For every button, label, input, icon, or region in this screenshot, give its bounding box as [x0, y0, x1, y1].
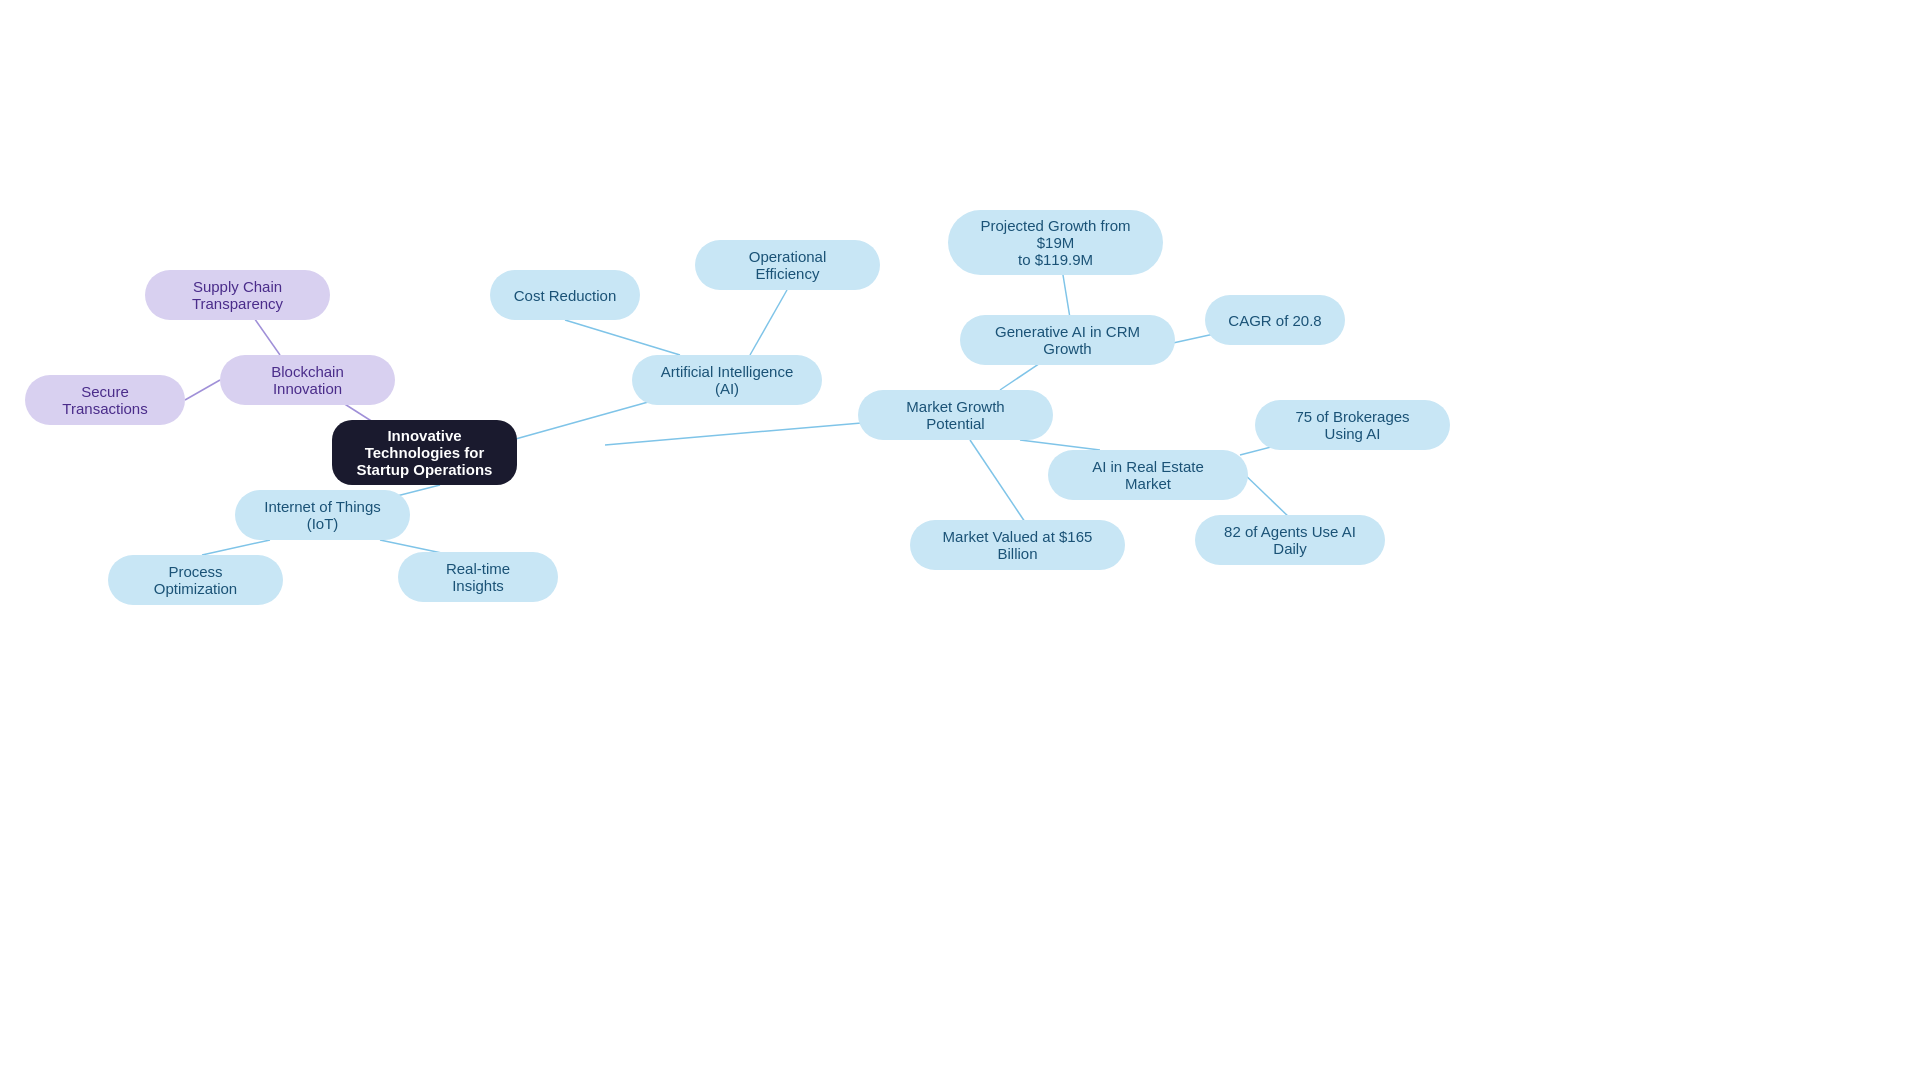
svg-line-6 [565, 320, 680, 355]
market-growth-node: Market Growth Potential [858, 390, 1053, 440]
market-valued-node: Market Valued at $165 Billion [910, 520, 1125, 570]
svg-line-7 [750, 290, 787, 355]
svg-line-11 [1020, 440, 1100, 450]
svg-line-13 [1063, 275, 1070, 318]
supply-chain-node: Supply Chain Transparency [145, 270, 330, 320]
secure-transactions-node: Secure Transactions [25, 375, 185, 425]
process-optimization-node: Process Optimization [108, 555, 283, 605]
blockchain-node: Blockchain Innovation [220, 355, 395, 405]
projected-growth-node: Projected Growth from $19M to $119.9M [948, 210, 1163, 275]
iot-node: Internet of Things (IoT) [235, 490, 410, 540]
cost-reduction-node: Cost Reduction [490, 270, 640, 320]
cagr-node: CAGR of 20.8 [1205, 295, 1345, 345]
brokerages-node: 75 of Brokerages Using AI [1255, 400, 1450, 450]
operational-efficiency-node: Operational Efficiency [695, 240, 880, 290]
center-node: Innovative Technologies for Startup Oper… [332, 420, 517, 485]
ai-node: Artificial Intelligence (AI) [632, 355, 822, 405]
svg-line-5 [185, 380, 220, 400]
svg-line-8 [202, 540, 270, 555]
generative-ai-node: Generative AI in CRM Growth [960, 315, 1175, 365]
realtime-insights-node: Real-time Insights [398, 552, 558, 602]
agents-daily-node: 82 of Agents Use AI Daily [1195, 515, 1385, 565]
svg-line-12 [970, 440, 1025, 522]
ai-real-estate-node: AI in Real Estate Market [1048, 450, 1248, 500]
